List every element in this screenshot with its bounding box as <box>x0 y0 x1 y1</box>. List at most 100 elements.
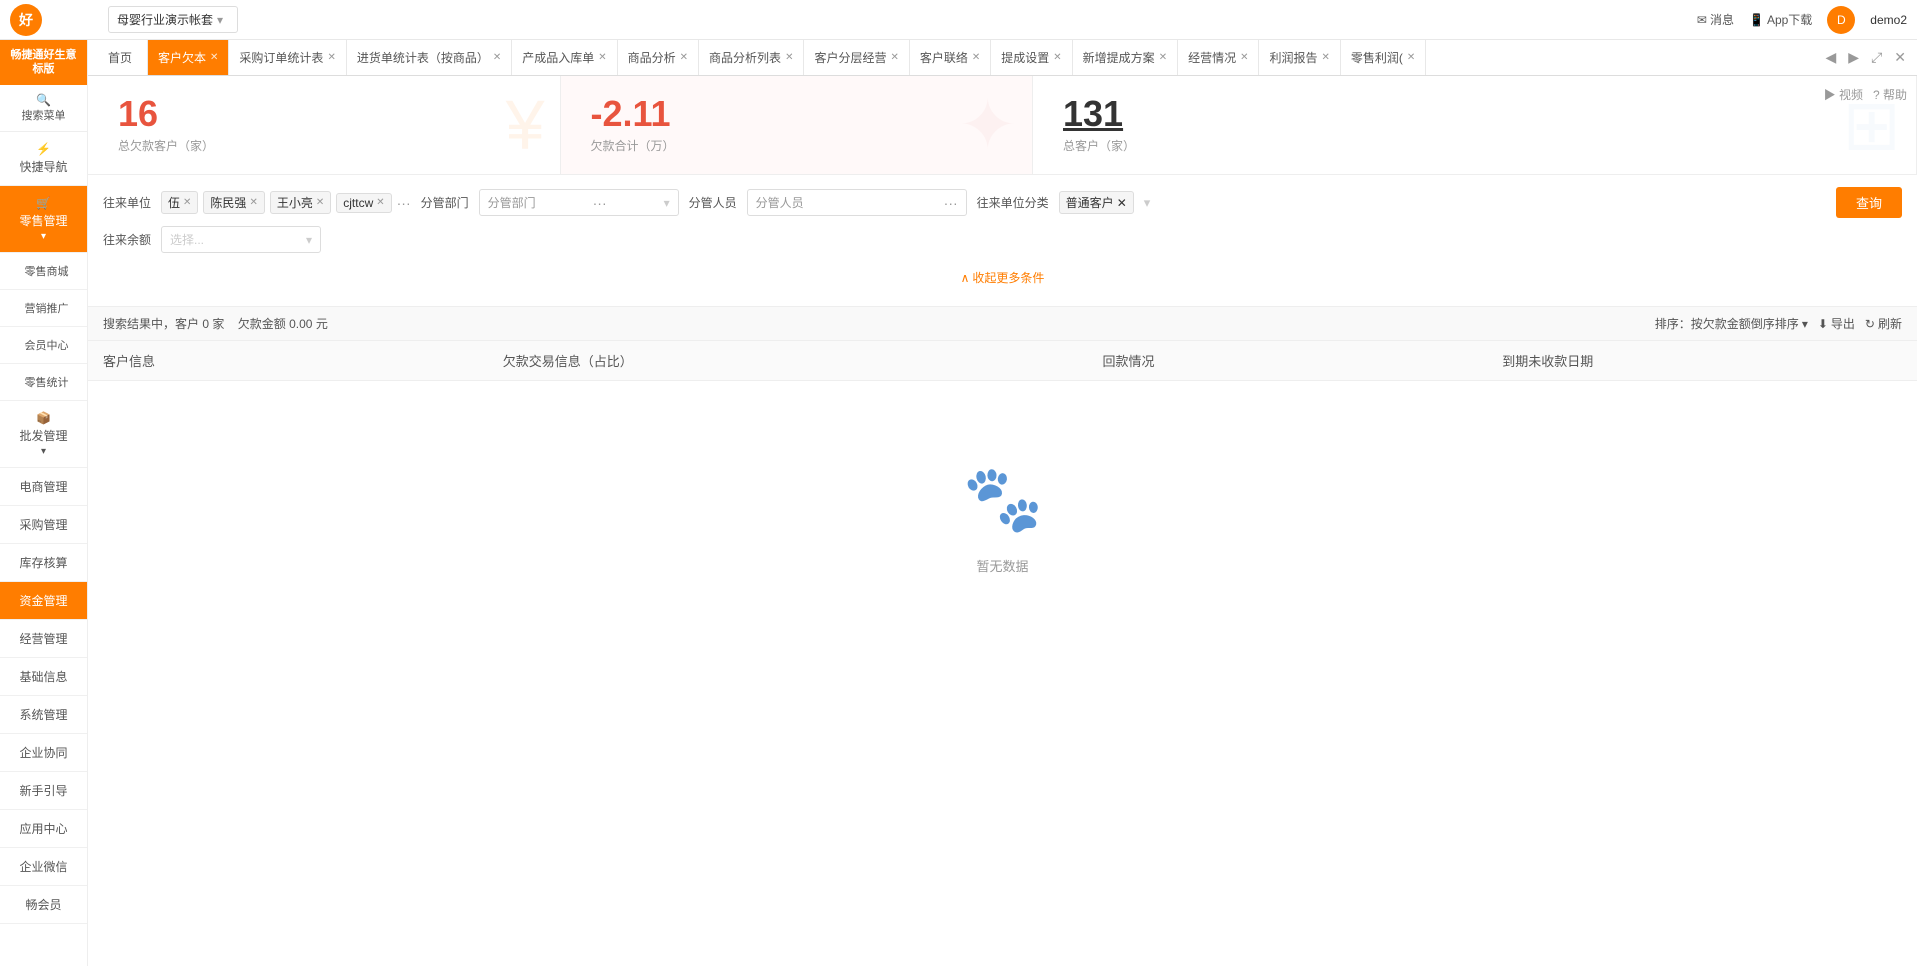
query-button[interactable]: 查询 <box>1836 187 1902 218</box>
sort-select[interactable]: 排序：按欠款金额倒序排序 ▾ <box>1655 315 1808 332</box>
tab-import-stats[interactable]: 进货单统计表（按商品） ✕ <box>347 40 512 76</box>
sidebar-system-label: 系统管理 <box>19 706 67 723</box>
close-icon-2[interactable]: ✕ <box>327 52 335 63</box>
refresh-button[interactable]: ↻ 刷新 <box>1865 315 1902 332</box>
close-icon-8[interactable]: ✕ <box>972 52 980 63</box>
person-select[interactable]: 分管人员 ··· <box>747 189 967 216</box>
tab-new-promotion[interactable]: 新增提成方案 ✕ <box>1073 40 1178 76</box>
app-download-button[interactable]: 📱 App下载 <box>1749 11 1812 28</box>
download-icon: 📱 <box>1749 13 1764 27</box>
filter-tag-wang-remove[interactable]: ✕ <box>316 197 324 208</box>
stat-bg-icon-2: ✦ <box>958 84 1017 166</box>
tab-product-in[interactable]: 产成品入库单 ✕ <box>512 40 617 76</box>
top-bar-logo: 好 <box>10 4 98 36</box>
filter-tag-wang: 王小亮 ✕ <box>270 191 331 214</box>
filter-tag-normal-customer: 普通客户 ✕ <box>1059 191 1134 214</box>
close-icon-4[interactable]: ✕ <box>598 52 606 63</box>
top-bar: 好 母婴行业演示帐套 ▾ ✉ 消息 📱 App下载 D demo2 <box>0 0 1917 40</box>
app-wrapper: 好 母婴行业演示帐套 ▾ ✉ 消息 📱 App下载 D demo2 畅捷通好生意… <box>0 0 1917 966</box>
sidebar-item-enterprise-collab[interactable]: 企业协同 <box>0 734 87 772</box>
close-icon-5[interactable]: ✕ <box>680 52 688 63</box>
tab-purchase-order[interactable]: 采购订单统计表 ✕ <box>229 40 346 76</box>
filter-tag-chen: 陈民强 ✕ <box>203 191 264 214</box>
tab-promotion-settings[interactable]: 提成设置 ✕ <box>991 40 1072 76</box>
results-debt-unit: 元 <box>316 317 328 331</box>
tab-operations[interactable]: 经营情况 ✕ <box>1178 40 1259 76</box>
sidebar-item-member[interactable]: 会员中心 <box>0 327 87 364</box>
tab-goods-analysis[interactable]: 商品分析 ✕ <box>618 40 699 76</box>
tab-goods-analysis-list[interactable]: 商品分析列表 ✕ <box>699 40 804 76</box>
sidebar-item-ecommerce[interactable]: 电商管理 <box>0 468 87 506</box>
tab-customer-contact[interactable]: 客户联络 ✕ <box>910 40 991 76</box>
close-icon-9[interactable]: ✕ <box>1053 52 1061 63</box>
video-help-button[interactable]: ▶ 视频 <box>1824 86 1863 103</box>
sort-label: 排序：按欠款金额倒序排序 <box>1655 315 1799 332</box>
tab-customer-debt[interactable]: 客户欠本 ✕ <box>148 40 229 76</box>
tab-home[interactable]: 首页 <box>93 40 148 76</box>
balance-placeholder: 选择... <box>170 231 204 248</box>
sidebar-item-basic-info[interactable]: 基础信息 <box>0 658 87 696</box>
collapse-label: 收起更多条件 <box>972 269 1044 286</box>
filter-tag-wu-remove[interactable]: ✕ <box>183 197 191 208</box>
message-button[interactable]: ✉ 消息 <box>1697 11 1734 28</box>
filter-tag-chen-label: 陈民强 <box>210 194 246 211</box>
sidebar-item-vip[interactable]: 畅会员 <box>0 886 87 924</box>
sidebar-item-enterprise-wechat[interactable]: 企业微信 <box>0 848 87 886</box>
sidebar-item-retail-shop[interactable]: 零售商城 <box>0 253 87 290</box>
close-icon[interactable]: ✕ <box>210 52 218 63</box>
sidebar-basic-info-label: 基础信息 <box>19 668 67 685</box>
tab-operations-label: 经营情况 <box>1188 49 1236 66</box>
sidebar-item-quick-nav[interactable]: ⚡ 快捷导航 <box>0 132 87 186</box>
sidebar-purchase-label: 采购管理 <box>19 516 67 533</box>
close-icon-6[interactable]: ✕ <box>785 52 793 63</box>
sidebar-item-purchase[interactable]: 采购管理 <box>0 506 87 544</box>
results-debt-prefix: 欠款金额 <box>238 317 286 331</box>
sidebar-item-app-center[interactable]: 应用中心 <box>0 810 87 848</box>
filter-tag-chen-remove[interactable]: ✕ <box>249 197 257 208</box>
tab-maximize-icon[interactable]: ⤢ <box>1865 49 1888 66</box>
empty-icon: 🐾 <box>963 461 1043 541</box>
help-button[interactable]: ? 帮助 <box>1873 86 1907 103</box>
tab-new-promotion-label: 新增提成方案 <box>1083 49 1155 66</box>
sidebar-item-system[interactable]: 系统管理 <box>0 696 87 734</box>
sidebar-item-operations[interactable]: 经营管理 <box>0 620 87 658</box>
search-icon: 🔍 <box>36 93 51 107</box>
sidebar-item-wholesale[interactable]: 📦 批发管理 ▾ <box>0 401 87 468</box>
stats-bar: ¥ 16 总欠款客户（家） ✦ -2.11 欠款合计（万） ⊞ 131 总客 <box>88 76 1917 175</box>
export-button[interactable]: ⬇ 导出 <box>1818 315 1855 332</box>
collapse-button[interactable]: ∧ 收起更多条件 <box>951 265 1055 290</box>
department-placeholder: 分管部门 <box>488 194 536 211</box>
username-label[interactable]: demo2 <box>1870 13 1907 27</box>
close-icon-10[interactable]: ✕ <box>1159 52 1167 63</box>
col-debt-info: 欠款交易信息（占比） <box>503 351 1103 370</box>
close-icon-11[interactable]: ✕ <box>1240 52 1248 63</box>
department-select[interactable]: 分管部门 ··· ▾ <box>479 189 679 216</box>
filter-tag-cjttcw-remove[interactable]: ✕ <box>376 197 384 208</box>
close-icon-7[interactable]: ✕ <box>890 52 898 63</box>
tab-purchase-order-label: 采购订单统计表 <box>239 49 323 66</box>
sidebar-item-new-guide[interactable]: 新手引导 <box>0 772 87 810</box>
stat-label-1: 总欠款客户（家） <box>118 137 530 154</box>
sidebar-item-marketing[interactable]: 营销推广 <box>0 290 87 327</box>
sidebar-item-retail[interactable]: 🛒 零售管理 ▾ <box>0 186 87 253</box>
tab-customer-layer[interactable]: 客户分层经营 ✕ <box>804 40 909 76</box>
close-icon-12[interactable]: ✕ <box>1322 52 1330 63</box>
account-selector[interactable]: 母婴行业演示帐套 ▾ <box>108 6 238 33</box>
tab-profit-report[interactable]: 利润报告 ✕ <box>1259 40 1340 76</box>
tab-close-all-icon[interactable]: ✕ <box>1888 49 1912 66</box>
sidebar-quick-nav-label: 快捷导航 <box>19 158 67 175</box>
close-icon-13[interactable]: ✕ <box>1407 52 1415 63</box>
more-tags-button[interactable]: ··· <box>397 195 411 211</box>
tab-next-icon[interactable]: ▶ <box>1842 49 1865 66</box>
stat-number-2: -2.11 <box>591 96 1003 132</box>
table-area: 客户信息 欠款交易信息（占比） 回款情况 到期未收款日期 🐾 暂无数据 <box>88 341 1917 966</box>
sidebar-item-finance[interactable]: 资金管理 <box>0 582 87 620</box>
balance-select[interactable]: 选择... ▾ <box>161 226 321 253</box>
sidebar-item-retail-stats[interactable]: 零售统计 <box>0 364 87 401</box>
close-icon-3[interactable]: ✕ <box>493 52 501 63</box>
tab-prev-icon[interactable]: ◀ <box>1820 49 1843 66</box>
tab-retail-profit[interactable]: 零售利润( ✕ <box>1341 40 1426 76</box>
sidebar-item-search[interactable]: 🔍 搜索菜单 <box>0 85 87 132</box>
sidebar-item-inventory[interactable]: 库存核算 <box>0 544 87 582</box>
filter-tag-normal-customer-remove[interactable]: ✕ <box>1117 196 1127 210</box>
